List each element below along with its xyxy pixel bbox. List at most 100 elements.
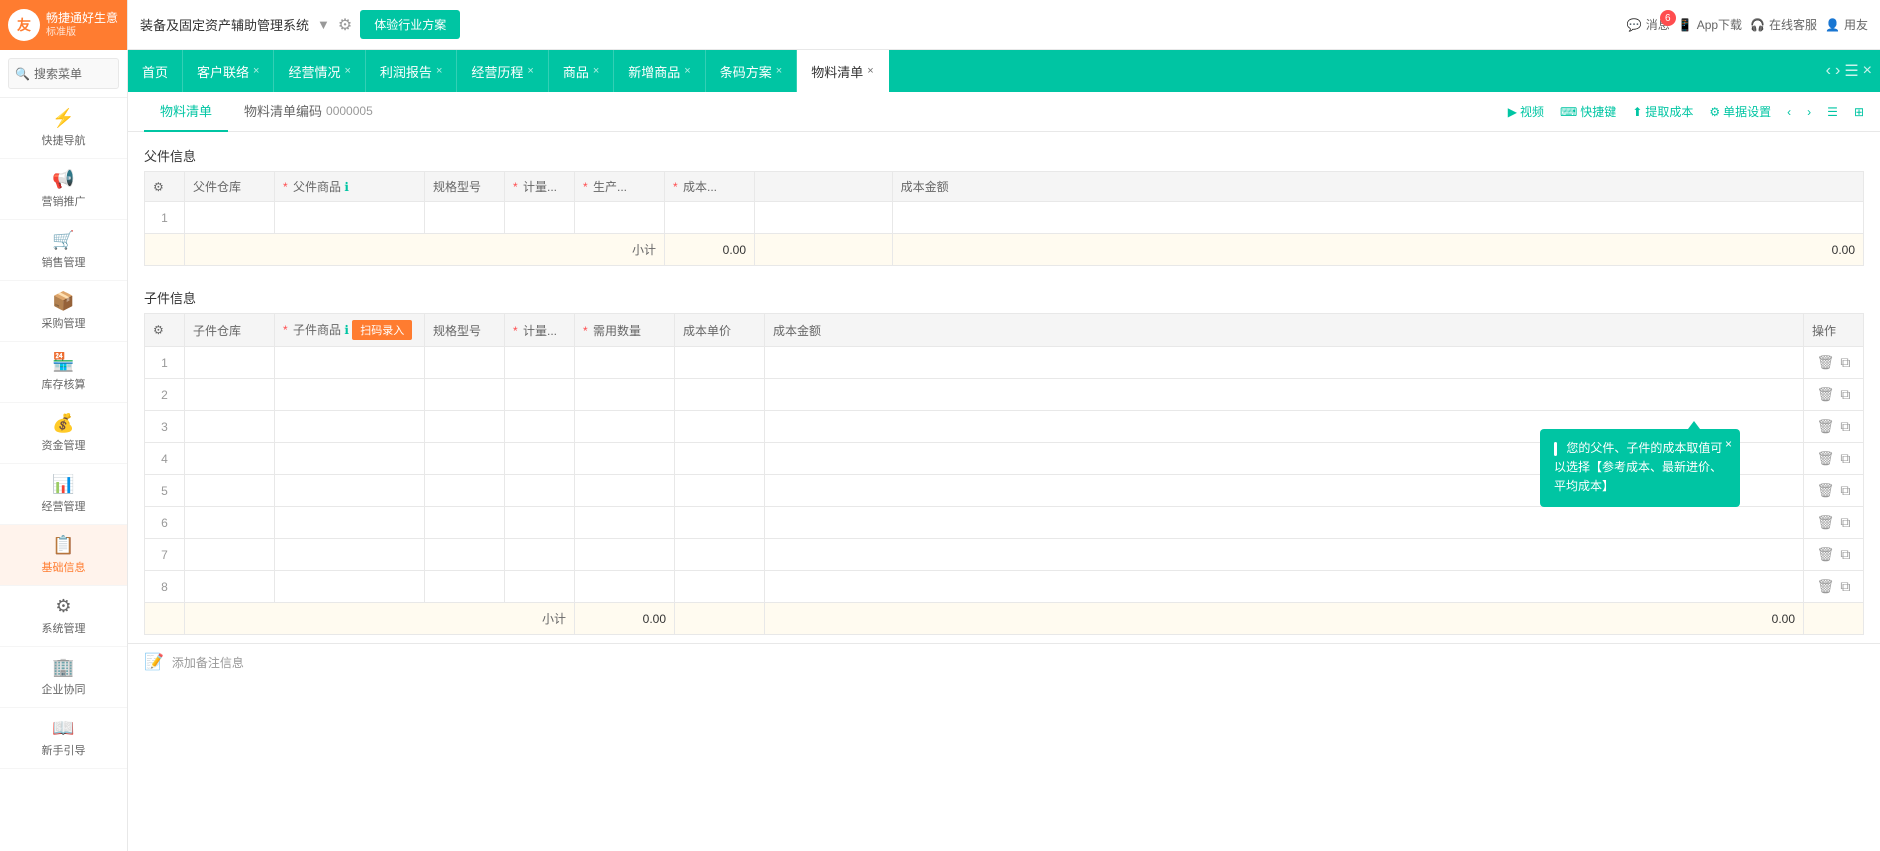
experience-btn[interactable]: 体验行业方案 <box>360 10 460 39</box>
child-row-2-qty[interactable] <box>575 379 675 411</box>
sidebar-item-quick-nav[interactable]: ⚡ 快捷导航 <box>0 98 127 159</box>
tab-close-profit-report[interactable]: × <box>436 65 442 77</box>
child-row-7-copy-icon[interactable]: ⧉ <box>1840 546 1850 563</box>
child-row-7-warehouse[interactable] <box>185 539 275 571</box>
tab-close-operations-status[interactable]: × <box>344 65 350 77</box>
parent-row-1-spec[interactable] <box>425 202 505 234</box>
nav-next-btn[interactable]: › <box>1807 105 1811 119</box>
online-service-btn[interactable]: 🎧 在线客服 <box>1750 16 1817 33</box>
child-row-7-qty[interactable] <box>575 539 675 571</box>
extract-cost-btn[interactable]: ⬆ 提取成本 <box>1632 103 1693 120</box>
child-row-6-cost-unit[interactable] <box>675 507 765 539</box>
parent-row-1-cost-unit[interactable] <box>665 202 755 234</box>
sidebar-item-sales[interactable]: 🛒 销售管理 <box>0 220 127 281</box>
parent-row-1-production[interactable] <box>575 202 665 234</box>
single-settings-btn[interactable]: ⚙ 单据设置 <box>1709 103 1771 120</box>
child-row-7-cost-unit[interactable] <box>675 539 765 571</box>
sidebar-item-finance[interactable]: 💰 资金管理 <box>0 403 127 464</box>
child-row-5-qty[interactable] <box>575 475 675 507</box>
child-row-5-product[interactable] <box>275 475 425 507</box>
tooltip-close-btn[interactable]: × <box>1725 435 1732 454</box>
parent-row-1-warehouse[interactable] <box>185 202 275 234</box>
child-row-6-cost-amount[interactable] <box>765 507 1804 539</box>
child-row-4-unit[interactable] <box>505 443 575 475</box>
child-row-7-product[interactable] <box>275 539 425 571</box>
user-btn[interactable]: 👤 用友 <box>1825 16 1868 33</box>
child-row-8-product[interactable] <box>275 571 425 603</box>
child-row-8-delete-icon[interactable]: 🗑 <box>1817 578 1835 595</box>
child-row-7-cost-amount[interactable] <box>765 539 1804 571</box>
sidebar-item-inventory[interactable]: 🏪 库存核算 <box>0 342 127 403</box>
child-row-4-spec[interactable] <box>425 443 505 475</box>
child-row-8-cost-amount[interactable] <box>765 571 1804 603</box>
child-row-2-delete-icon[interactable]: 🗑 <box>1817 386 1835 403</box>
child-row-1-cost-amount[interactable] <box>765 347 1804 379</box>
child-row-2-warehouse[interactable] <box>185 379 275 411</box>
child-row-7-delete-icon[interactable]: 🗑 <box>1817 546 1835 563</box>
child-row-3-cost-unit[interactable] <box>675 411 765 443</box>
child-row-4-delete-icon[interactable]: 🗑 <box>1817 450 1835 467</box>
tab-close-operations-history[interactable]: × <box>527 65 533 77</box>
settings-icon[interactable]: ⚙ <box>338 15 352 35</box>
tab-menu-btn[interactable]: ☰ <box>1844 61 1858 81</box>
child-row-6-warehouse[interactable] <box>185 507 275 539</box>
add-note-text[interactable]: 添加备注信息 <box>172 654 244 671</box>
child-row-1-warehouse[interactable] <box>185 347 275 379</box>
child-row-5-spec[interactable] <box>425 475 505 507</box>
sidebar-item-purchase[interactable]: 📦 采购管理 <box>0 281 127 342</box>
tab-customer[interactable]: 客户联络 × <box>183 50 274 92</box>
sidebar-item-guide[interactable]: 📖 新手引导 <box>0 708 127 769</box>
child-row-4-warehouse[interactable] <box>185 443 275 475</box>
child-row-1-spec[interactable] <box>425 347 505 379</box>
col-settings-icon[interactable]: ⚙ <box>153 180 164 194</box>
child-row-1-qty[interactable] <box>575 347 675 379</box>
tab-operations-status[interactable]: 经营情况 × <box>274 50 365 92</box>
tab-close-product[interactable]: × <box>593 65 599 77</box>
tab-close-new-product[interactable]: × <box>684 65 690 77</box>
tab-product[interactable]: 商品 × <box>549 50 614 92</box>
parent-row-1-unit[interactable] <box>505 202 575 234</box>
tab-new-product[interactable]: 新增商品 × <box>614 50 705 92</box>
parent-row-1-product[interactable] <box>275 202 425 234</box>
child-row-6-delete-icon[interactable]: 🗑 <box>1817 514 1835 531</box>
child-row-4-copy-icon[interactable]: ⧉ <box>1840 450 1850 467</box>
child-row-2-unit[interactable] <box>505 379 575 411</box>
child-row-4-product[interactable] <box>275 443 425 475</box>
child-row-5-warehouse[interactable] <box>185 475 275 507</box>
child-row-6-unit[interactable] <box>505 507 575 539</box>
child-row-7-unit[interactable] <box>505 539 575 571</box>
child-row-8-copy-icon[interactable]: ⧉ <box>1840 578 1850 595</box>
sidebar-item-basic-info[interactable]: 📋 基础信息 <box>0 525 127 586</box>
nav-prev-btn[interactable]: ‹ <box>1787 105 1791 119</box>
tab-operations-history[interactable]: 经营历程 × <box>457 50 548 92</box>
child-row-3-product[interactable] <box>275 411 425 443</box>
tab-close-all-btn[interactable]: × <box>1863 62 1872 80</box>
tab-close-bom[interactable]: × <box>867 65 873 77</box>
child-row-6-copy-icon[interactable]: ⧉ <box>1840 514 1850 531</box>
sidebar-item-enterprise[interactable]: 🏢 企业协同 <box>0 647 127 708</box>
child-settings-icon[interactable]: ⚙ <box>153 323 164 337</box>
child-row-1-delete-icon[interactable]: 🗑 <box>1817 354 1835 371</box>
child-row-6-product[interactable] <box>275 507 425 539</box>
child-row-1-product[interactable] <box>275 347 425 379</box>
tab-close-barcode[interactable]: × <box>776 65 782 77</box>
child-row-5-delete-icon[interactable]: 🗑 <box>1817 482 1835 499</box>
child-row-2-cost-unit[interactable] <box>675 379 765 411</box>
child-row-8-spec[interactable] <box>425 571 505 603</box>
tab-next-btn[interactable]: › <box>1835 62 1840 80</box>
tab-prev-btn[interactable]: ‹ <box>1826 62 1831 80</box>
expand-btn[interactable]: ⊞ <box>1854 105 1864 119</box>
tab-close-customer[interactable]: × <box>253 65 259 77</box>
child-row-4-cost-unit[interactable] <box>675 443 765 475</box>
child-row-2-copy-icon[interactable]: ⧉ <box>1840 386 1850 403</box>
tab-bom[interactable]: 物料清单 × <box>797 50 888 92</box>
child-row-2-cost-amount[interactable] <box>765 379 1804 411</box>
child-row-3-warehouse[interactable] <box>185 411 275 443</box>
child-row-2-spec[interactable] <box>425 379 505 411</box>
child-row-5-cost-unit[interactable] <box>675 475 765 507</box>
sidebar-item-operations[interactable]: 📊 经营管理 <box>0 464 127 525</box>
sidebar-item-marketing[interactable]: 📢 营销推广 <box>0 159 127 220</box>
child-row-1-cost-unit[interactable] <box>675 347 765 379</box>
child-row-6-qty[interactable] <box>575 507 675 539</box>
child-row-2-product[interactable] <box>275 379 425 411</box>
